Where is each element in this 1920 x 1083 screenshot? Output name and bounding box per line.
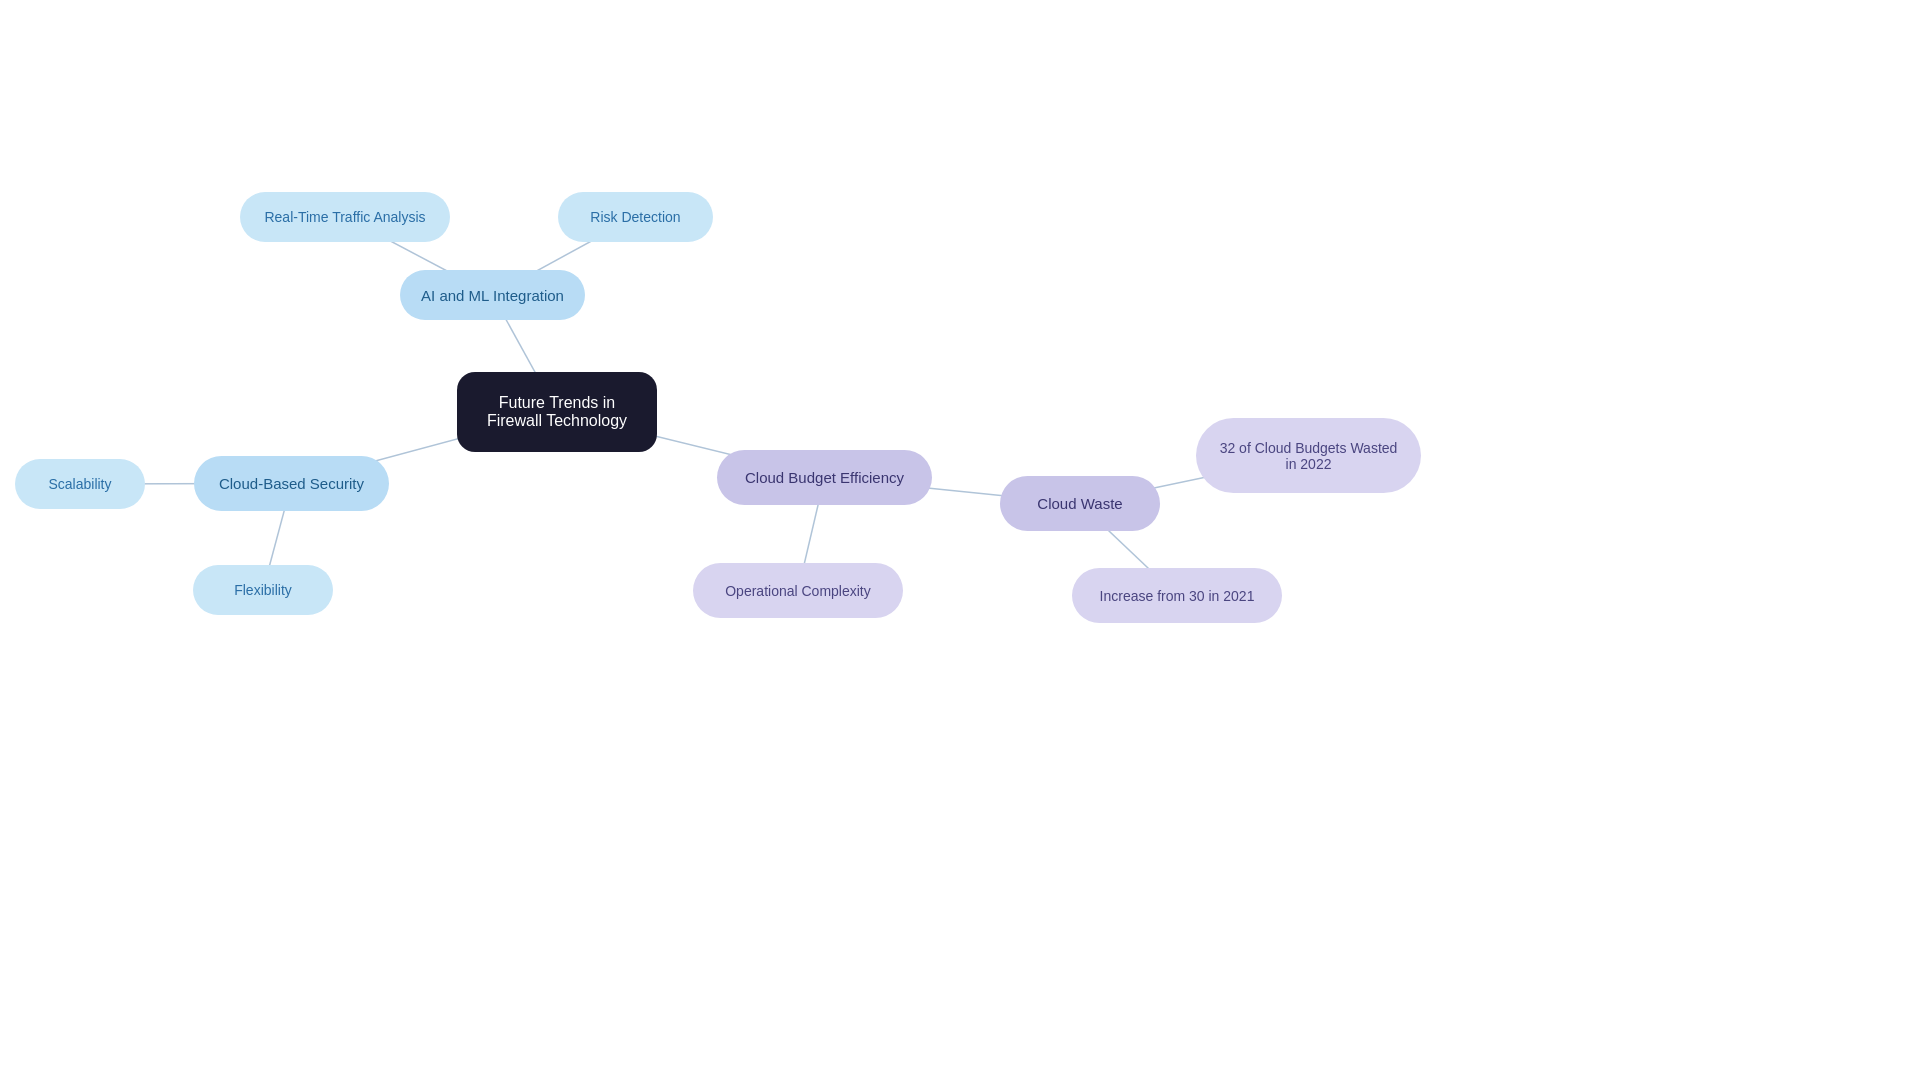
flexibility-node[interactable]: Flexibility (193, 565, 333, 615)
operational-complexity-node[interactable]: Operational Complexity (693, 563, 903, 618)
real-time-node[interactable]: Real-Time Traffic Analysis (240, 192, 450, 242)
cloud-based-node[interactable]: Cloud-Based Security (194, 456, 389, 511)
ai-ml-node[interactable]: AI and ML Integration (400, 270, 585, 320)
risk-detection-node[interactable]: Risk Detection (558, 192, 713, 242)
cloud-32-node[interactable]: 32 of Cloud Budgets Wasted in 2022 (1196, 418, 1421, 493)
increase-node[interactable]: Increase from 30 in 2021 (1072, 568, 1282, 623)
center-node[interactable]: Future Trends in Firewall Technology (457, 372, 657, 452)
cloud-waste-node[interactable]: Cloud Waste (1000, 476, 1160, 531)
scalability-node[interactable]: Scalability (15, 459, 145, 509)
cloud-budget-node[interactable]: Cloud Budget Efficiency (717, 450, 932, 505)
